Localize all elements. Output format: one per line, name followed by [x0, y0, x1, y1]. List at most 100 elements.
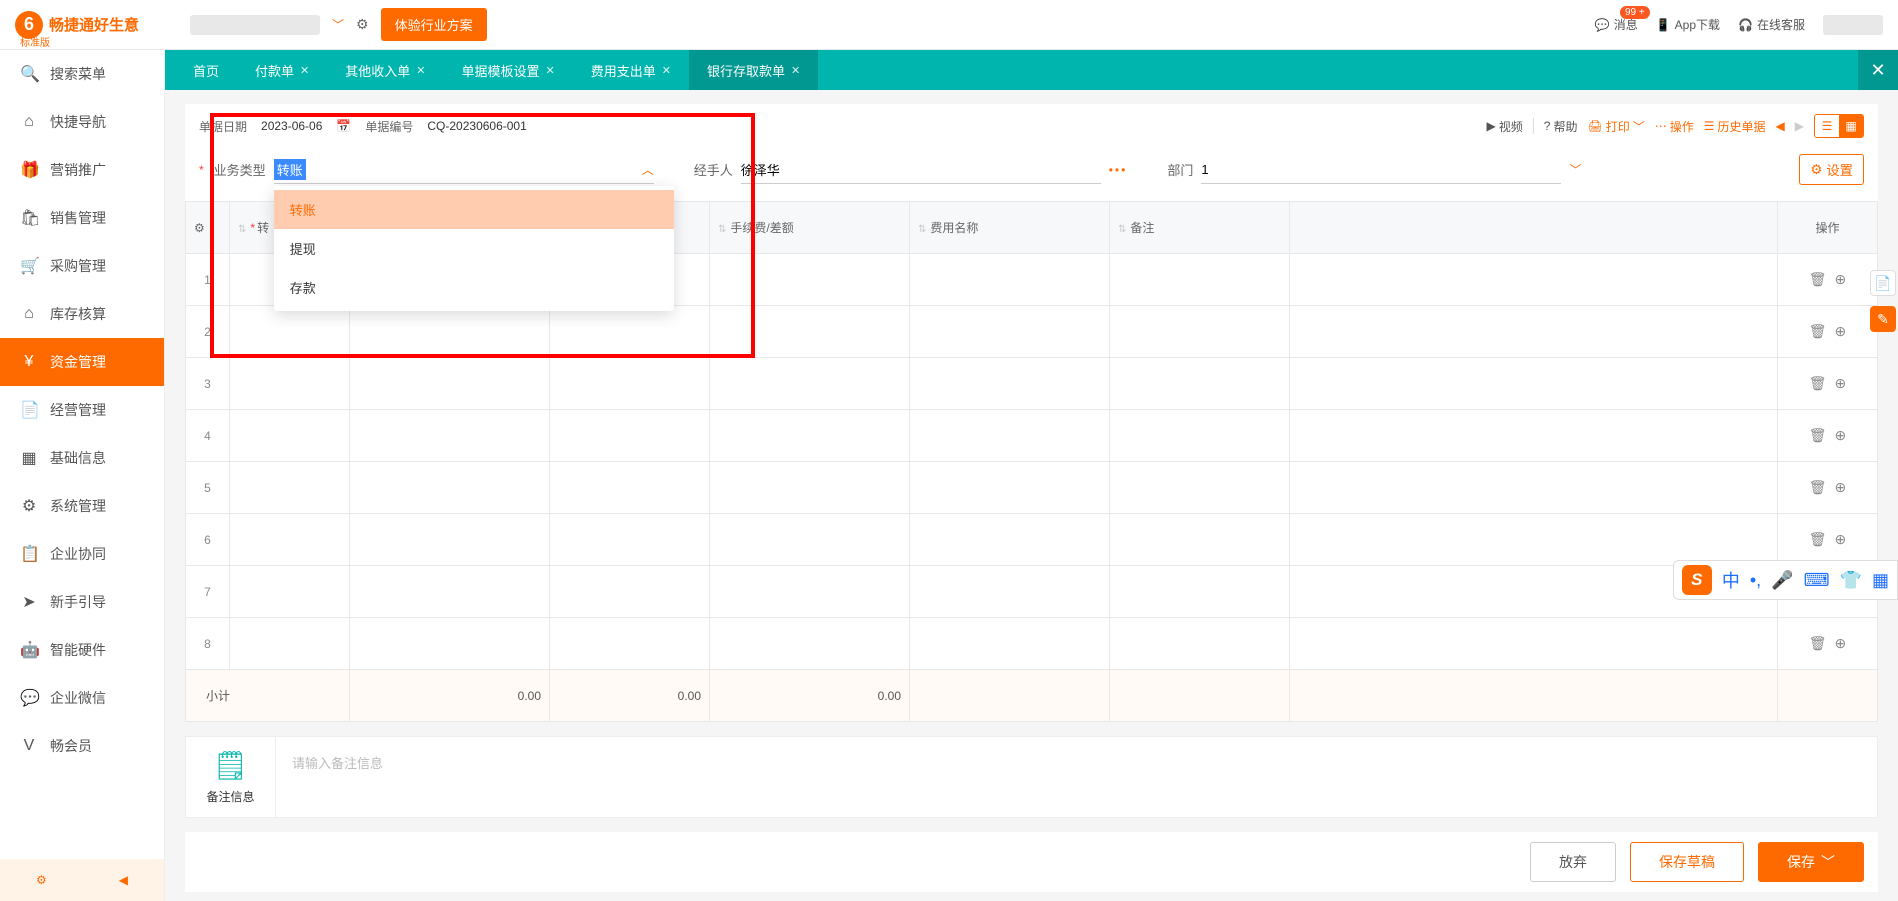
add-icon[interactable]: ⊕: [1835, 427, 1847, 443]
col-config[interactable]: ⚙: [186, 202, 230, 254]
ime-cn-label[interactable]: 中: [1722, 567, 1740, 593]
remark-input[interactable]: [276, 737, 1877, 817]
biz-type-select[interactable]: 转账 ︿ 转账 提现 存款: [274, 156, 654, 184]
ime-skin-icon[interactable]: 👕: [1840, 570, 1862, 591]
bag-icon: 🛍: [20, 208, 38, 228]
delete-icon[interactable]: 🗑: [1809, 323, 1827, 339]
app-download-link[interactable]: 📱 App下载: [1656, 16, 1720, 33]
table-row[interactable]: 6🗑⊕: [186, 514, 1878, 566]
delete-icon[interactable]: 🗑: [1809, 635, 1827, 651]
org-settings-icon[interactable]: ⚙: [356, 16, 369, 33]
sidebar-item-inventory[interactable]: ⌂库存核算: [0, 290, 164, 338]
sidebar-item-quicknav[interactable]: ⌂快捷导航: [0, 98, 164, 146]
help-action[interactable]: ?帮助: [1544, 118, 1578, 135]
ime-keyboard-icon[interactable]: ⌨: [1804, 570, 1830, 591]
close-icon[interactable]: ✕: [791, 64, 800, 77]
sidebar-item-search[interactable]: 🔍搜索菜单: [0, 50, 164, 98]
add-icon[interactable]: ⊕: [1835, 323, 1847, 339]
settings-icon[interactable]: ⚙: [36, 873, 47, 887]
chevron-down-icon[interactable]: ﹀: [1569, 161, 1581, 178]
user-avatar-placeholder[interactable]: [1823, 15, 1883, 35]
dropdown-option-withdraw[interactable]: 提现: [274, 229, 674, 268]
video-action[interactable]: ▶视频: [1487, 118, 1523, 135]
org-selector-placeholder[interactable]: [190, 15, 320, 35]
trial-button[interactable]: 体验行业方案: [381, 8, 487, 41]
org-caret-icon[interactable]: ﹀: [332, 16, 344, 33]
tab-expense[interactable]: 费用支出单✕: [573, 50, 689, 90]
history-action[interactable]: ☰历史单据: [1704, 118, 1766, 135]
add-icon[interactable]: ⊕: [1835, 635, 1847, 651]
dropdown-option-transfer[interactable]: 转账: [274, 190, 674, 229]
close-icon[interactable]: ✕: [300, 64, 309, 77]
delete-icon[interactable]: 🗑: [1809, 427, 1827, 443]
table-row[interactable]: 4🗑⊕: [186, 410, 1878, 462]
date-value[interactable]: 2023-06-06: [261, 119, 322, 133]
sidebar-item-guide[interactable]: ➤新手引导: [0, 578, 164, 626]
table-row[interactable]: 7🗑⊕: [186, 566, 1878, 618]
col-remark2[interactable]: ⇅备注: [1110, 202, 1290, 254]
tab-home[interactable]: 首页: [175, 50, 237, 90]
close-icon[interactable]: ✕: [416, 64, 425, 77]
sidebar-item-purchase[interactable]: 🛒采购管理: [0, 242, 164, 290]
table-row[interactable]: 5🗑⊕: [186, 462, 1878, 514]
sidebar-item-operation[interactable]: 📄经营管理: [0, 386, 164, 434]
delete-icon[interactable]: 🗑: [1809, 531, 1827, 547]
sort-icon: ⇅: [918, 224, 926, 235]
save-button[interactable]: 保存﹀: [1758, 842, 1864, 882]
tab-payment[interactable]: 付款单✕: [237, 50, 327, 90]
tab-template[interactable]: 单据模板设置✕: [443, 50, 572, 90]
close-all-tabs[interactable]: ✕: [1858, 50, 1898, 90]
sidebar-item-finance[interactable]: ¥资金管理: [0, 338, 164, 386]
ime-punct-icon[interactable]: •,: [1750, 570, 1761, 591]
sidebar-item-hardware[interactable]: 🤖智能硬件: [0, 626, 164, 674]
sidebar-item-collab[interactable]: 📋企业协同: [0, 530, 164, 578]
sidebar-item-wecom[interactable]: 💬企业微信: [0, 674, 164, 722]
sidebar-label: 智能硬件: [50, 640, 106, 660]
handler-field: 经手人 •••: [694, 156, 1128, 184]
customer-service-link[interactable]: 🎧 在线客服: [1738, 16, 1805, 33]
col-fee-diff[interactable]: ⇅手续费/差额: [710, 202, 910, 254]
add-icon[interactable]: ⊕: [1835, 375, 1847, 391]
calendar-icon[interactable]: 📅: [336, 119, 351, 133]
close-icon[interactable]: ✕: [546, 64, 555, 77]
delete-icon[interactable]: 🗑: [1809, 375, 1827, 391]
table-row[interactable]: 3🗑⊕: [186, 358, 1878, 410]
handler-more-icon[interactable]: •••: [1109, 163, 1128, 177]
handler-input[interactable]: [741, 156, 1101, 184]
save-draft-button[interactable]: 保存草稿: [1630, 842, 1744, 882]
rail-doc-icon[interactable]: 📄: [1870, 270, 1896, 296]
ime-toolbox-icon[interactable]: ▦: [1872, 570, 1889, 591]
sogou-logo-icon[interactable]: S: [1682, 565, 1712, 595]
collapse-icon[interactable]: ◀: [119, 873, 128, 887]
sidebar-item-basic[interactable]: ▦基础信息: [0, 434, 164, 482]
ime-mic-icon[interactable]: 🎤: [1771, 570, 1793, 591]
sidebar-item-system[interactable]: ⚙系统管理: [0, 482, 164, 530]
add-icon[interactable]: ⊕: [1835, 271, 1847, 287]
delete-icon[interactable]: 🗑: [1809, 479, 1827, 495]
dropdown-option-deposit[interactable]: 存款: [274, 268, 674, 307]
col-fee-name[interactable]: ⇅费用名称: [910, 202, 1110, 254]
messages-link[interactable]: 💬 消息 99 +: [1595, 16, 1638, 33]
add-icon[interactable]: ⊕: [1835, 531, 1847, 547]
tab-other-income[interactable]: 其他收入单✕: [327, 50, 443, 90]
sidebar-item-marketing[interactable]: 🎁营销推广: [0, 146, 164, 194]
close-icon[interactable]: ✕: [662, 64, 671, 77]
table-row[interactable]: 2🗑⊕: [186, 306, 1878, 358]
print-action[interactable]: 🖨打印﹀: [1587, 118, 1644, 135]
discard-button[interactable]: 放弃: [1530, 842, 1616, 882]
add-icon[interactable]: ⊕: [1835, 479, 1847, 495]
logo[interactable]: 6 畅捷通好生意 标准版: [15, 11, 180, 39]
view-list[interactable]: ☰: [1815, 115, 1839, 137]
operate-action[interactable]: ⋯操作: [1655, 118, 1694, 135]
settings-button[interactable]: ⚙设置: [1799, 154, 1864, 185]
sidebar-item-member[interactable]: V畅会员: [0, 722, 164, 770]
tab-bank-transfer[interactable]: 银行存取款单✕: [689, 50, 818, 90]
view-grid[interactable]: ▦: [1839, 115, 1863, 137]
rail-edit-icon[interactable]: ✎: [1870, 306, 1896, 332]
delete-icon[interactable]: 🗑: [1809, 271, 1827, 287]
dept-input[interactable]: [1201, 156, 1561, 184]
table-row[interactable]: 8🗑⊕: [186, 618, 1878, 670]
prev-icon[interactable]: ◀: [1776, 119, 1785, 133]
next-icon[interactable]: ▶: [1795, 119, 1804, 133]
sidebar-item-sale[interactable]: 🛍销售管理: [0, 194, 164, 242]
